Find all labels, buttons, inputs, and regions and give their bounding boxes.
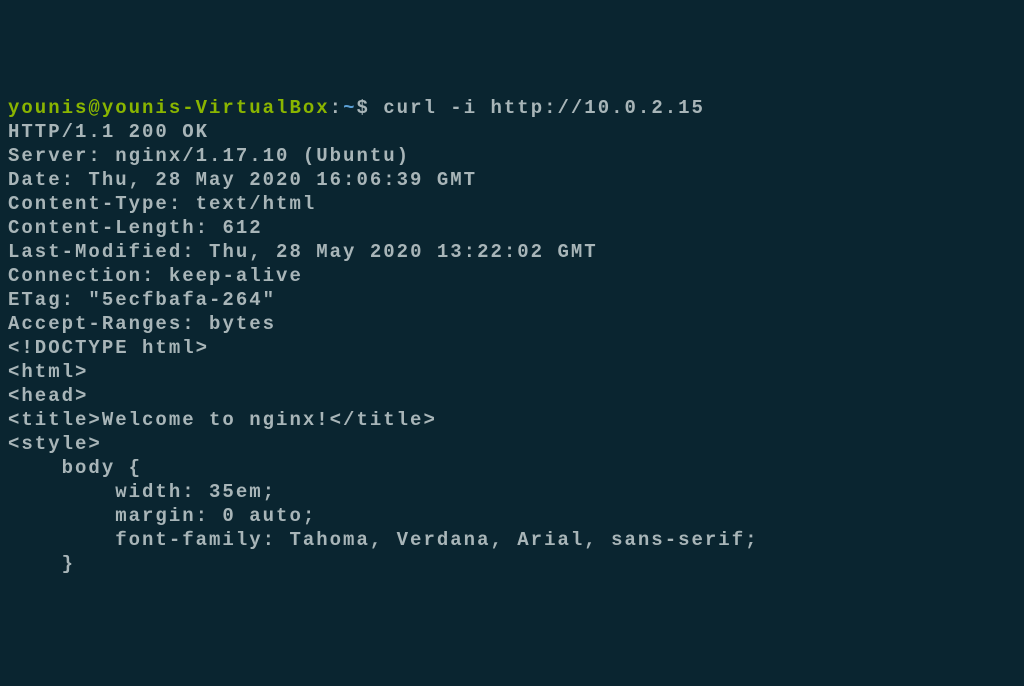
http-header-7: Accept-Ranges: bytes — [8, 312, 1016, 336]
http-header-0: Server: nginx/1.17.10 (Ubuntu) — [8, 144, 1016, 168]
body-line-5: <style> — [8, 432, 1016, 456]
header-val: : 612 — [196, 217, 263, 239]
header-val: : nginx/1.17.10 (Ubuntu) — [88, 145, 410, 167]
http-header-3: Content-Length: 612 — [8, 216, 1016, 240]
prompt-colon: : — [330, 97, 343, 119]
body-line-7: width: 35em; — [8, 480, 1016, 504]
terminal-output[interactable]: younis@younis-VirtualBox:~$ curl -i http… — [8, 96, 1016, 576]
body-line-2: <html> — [8, 360, 1016, 384]
header-key: Connection — [8, 265, 142, 287]
prompt-user: younis@younis-VirtualBox — [8, 97, 330, 119]
header-val: : Thu, 28 May 2020 16:06:39 GMT — [62, 169, 477, 191]
header-val: : bytes — [182, 313, 276, 335]
http-header-1: Date: Thu, 28 May 2020 16:06:39 GMT — [8, 168, 1016, 192]
header-key: Content-Type — [8, 193, 169, 215]
header-key: ETag — [8, 289, 62, 311]
body-line-6: body { — [8, 456, 1016, 480]
command-text: curl -i http://10.0.2.15 — [370, 97, 705, 119]
prompt-line: younis@younis-VirtualBox:~$ curl -i http… — [8, 96, 1016, 120]
http-header-2: Content-Type: text/html — [8, 192, 1016, 216]
header-key: Accept-Ranges — [8, 313, 182, 335]
body-line-8: margin: 0 auto; — [8, 504, 1016, 528]
header-key: Last-Modified — [8, 241, 182, 263]
http-header-4: Last-Modified: Thu, 28 May 2020 13:22:02… — [8, 240, 1016, 264]
header-val: : text/html — [169, 193, 316, 215]
http-status: HTTP/1.1 200 OK — [8, 120, 1016, 144]
header-val: : keep-alive — [142, 265, 303, 287]
body-line-10: } — [8, 552, 1016, 576]
body-line-4: <title>Welcome to nginx!</title> — [8, 408, 1016, 432]
header-val: : "5ecfbafa-264" — [62, 289, 276, 311]
header-key: Content-Length — [8, 217, 196, 239]
header-key: Date — [8, 169, 62, 191]
http-header-6: ETag: "5ecfbafa-264" — [8, 288, 1016, 312]
header-key: Server — [8, 145, 88, 167]
body-line-9: font-family: Tahoma, Verdana, Arial, san… — [8, 528, 1016, 552]
prompt-path: ~ — [343, 97, 356, 119]
prompt-dollar: $ — [356, 97, 369, 119]
header-val: : Thu, 28 May 2020 13:22:02 GMT — [182, 241, 597, 263]
body-line-1: <!DOCTYPE html> — [8, 336, 1016, 360]
http-header-5: Connection: keep-alive — [8, 264, 1016, 288]
body-line-3: <head> — [8, 384, 1016, 408]
